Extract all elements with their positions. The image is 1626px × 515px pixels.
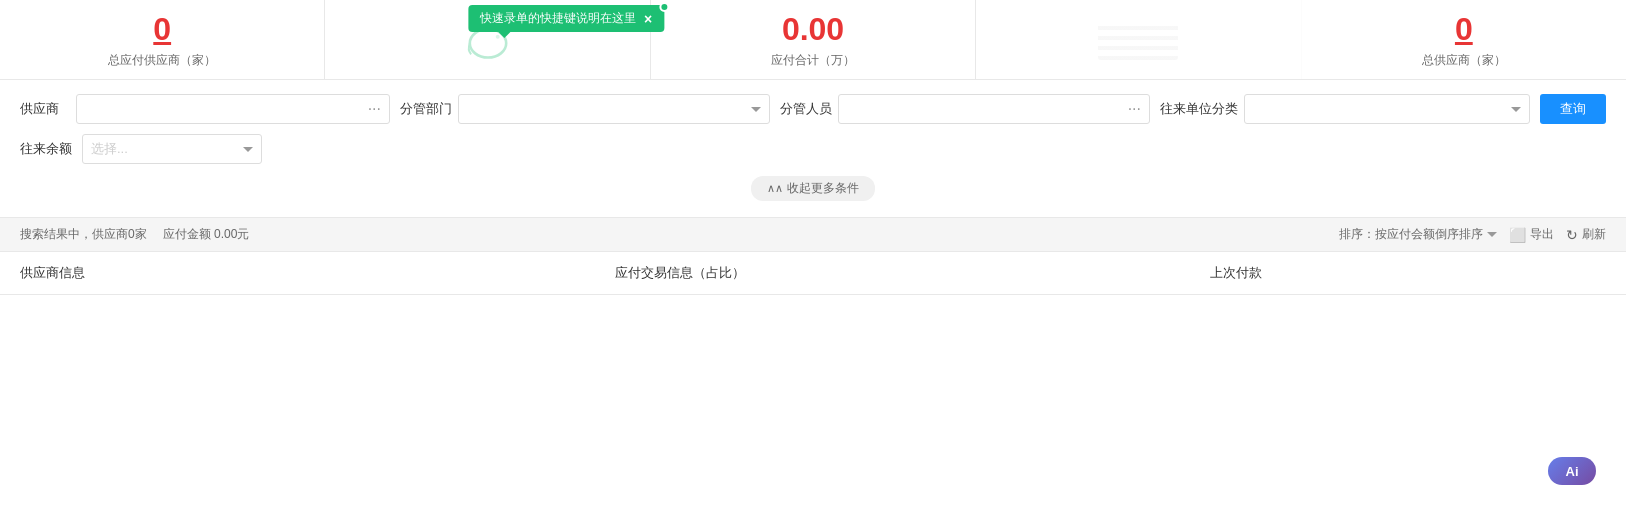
- stat-icon-item: 快速录单的快捷键说明在这里 ×: [325, 0, 650, 79]
- stat-label-payable-total: 应付合计（万）: [771, 52, 855, 69]
- supplier-input[interactable]: [85, 102, 368, 117]
- unit-category-label: 往来单位分类: [1160, 100, 1238, 118]
- supplier-input-wrap[interactable]: ···: [76, 94, 390, 124]
- stat-label-total-suppliers: 总供应商（家）: [1422, 52, 1506, 69]
- ai-button[interactable]: Ai: [1548, 457, 1596, 485]
- tooltip-bubble: 快速录单的快捷键说明在这里 ×: [468, 5, 664, 32]
- manager-label: 分管人员: [780, 100, 832, 118]
- results-bar: 搜索结果中，供应商0家 应付金额 0.00元 排序：按应付会额倒序排序 ⬜ 导出…: [0, 218, 1626, 252]
- supplier-label: 供应商: [20, 100, 70, 118]
- collapse-button[interactable]: ∧∧ 收起更多条件: [751, 176, 875, 201]
- balance-label: 往来余额: [20, 140, 72, 158]
- stat-total-suppliers: 0 总供应商（家）: [1302, 0, 1626, 79]
- query-button[interactable]: 查询: [1540, 94, 1606, 124]
- stat-total-payable-suppliers: 0 总应付供应商（家）: [0, 0, 325, 79]
- filter-area: 供应商 ··· 分管部门 分管人员 ··· 往来单位分类: [0, 80, 1626, 218]
- search-result-text: 搜索结果中，供应商0家: [20, 226, 147, 243]
- sort-select[interactable]: 排序：按应付会额倒序排序: [1339, 226, 1497, 243]
- collapse-row: ∧∧ 收起更多条件: [20, 172, 1606, 211]
- department-select[interactable]: [458, 94, 770, 124]
- content-area: [0, 295, 1626, 515]
- unit-category-select[interactable]: [1244, 94, 1530, 124]
- collapse-label: 收起更多条件: [787, 180, 859, 197]
- results-actions: 排序：按应付会额倒序排序 ⬜ 导出 ↻ 刷新: [1339, 226, 1606, 243]
- export-button[interactable]: ⬜ 导出: [1509, 226, 1554, 243]
- sort-chevron-icon: [1487, 232, 1497, 237]
- stat-payable-total: 0.00 应付合计（万）: [651, 0, 976, 79]
- stat-number-payable-suppliers: 0: [153, 10, 171, 48]
- col-header-transaction: 应付交易信息（占比）: [615, 264, 1210, 282]
- balance-select[interactable]: 选择...: [82, 134, 262, 164]
- results-summary: 搜索结果中，供应商0家 应付金额 0.00元: [20, 226, 249, 243]
- refresh-label: 刷新: [1582, 226, 1606, 243]
- balance-placeholder: 选择...: [91, 140, 128, 158]
- filter-supplier: 供应商 ···: [20, 94, 390, 124]
- collapse-up-icon: ∧∧: [767, 182, 783, 195]
- refresh-button[interactable]: ↻ 刷新: [1566, 226, 1606, 243]
- balance-chevron-icon: [243, 147, 253, 152]
- manager-input[interactable]: [847, 102, 1128, 117]
- payable-amount-text: 应付金额 0.00元: [163, 226, 250, 243]
- filter-row-1: 供应商 ··· 分管部门 分管人员 ··· 往来单位分类: [20, 94, 1606, 124]
- supplier-dots[interactable]: ···: [368, 100, 381, 118]
- stat-placeholder: [976, 0, 1301, 79]
- filter-row-2: 往来余额 选择...: [20, 134, 1606, 164]
- tooltip-close-btn[interactable]: ×: [644, 11, 652, 27]
- export-label: 导出: [1530, 226, 1554, 243]
- department-label: 分管部门: [400, 100, 452, 118]
- unit-category-chevron-icon: [1511, 107, 1521, 112]
- department-chevron-icon: [751, 107, 761, 112]
- filter-manager: 分管人员 ···: [780, 94, 1150, 124]
- stat-label-payable-suppliers: 总应付供应商（家）: [108, 52, 216, 69]
- tooltip-text: 快速录单的快捷键说明在这里: [480, 10, 636, 27]
- table-header: 供应商信息 应付交易信息（占比） 上次付款: [0, 252, 1626, 295]
- stat-number-total-suppliers: 0: [1455, 10, 1473, 48]
- col-header-last-payment: 上次付款: [1210, 264, 1607, 282]
- col-header-supplier-info: 供应商信息: [20, 264, 615, 282]
- export-icon: ⬜: [1509, 227, 1526, 243]
- filter-unit-category: 往来单位分类: [1160, 94, 1530, 124]
- refresh-icon: ↻: [1566, 227, 1578, 243]
- sort-label: 排序：按应付会额倒序排序: [1339, 226, 1483, 243]
- stat-number-payable-total: 0.00: [782, 10, 844, 48]
- manager-input-wrap[interactable]: ···: [838, 94, 1150, 124]
- filter-department: 分管部门: [400, 94, 770, 124]
- stats-bar: 0 总应付供应商（家） 快速录单的快捷键说明在这里 × 0.00 应付合计（万）…: [0, 0, 1626, 80]
- manager-dots[interactable]: ···: [1128, 100, 1141, 118]
